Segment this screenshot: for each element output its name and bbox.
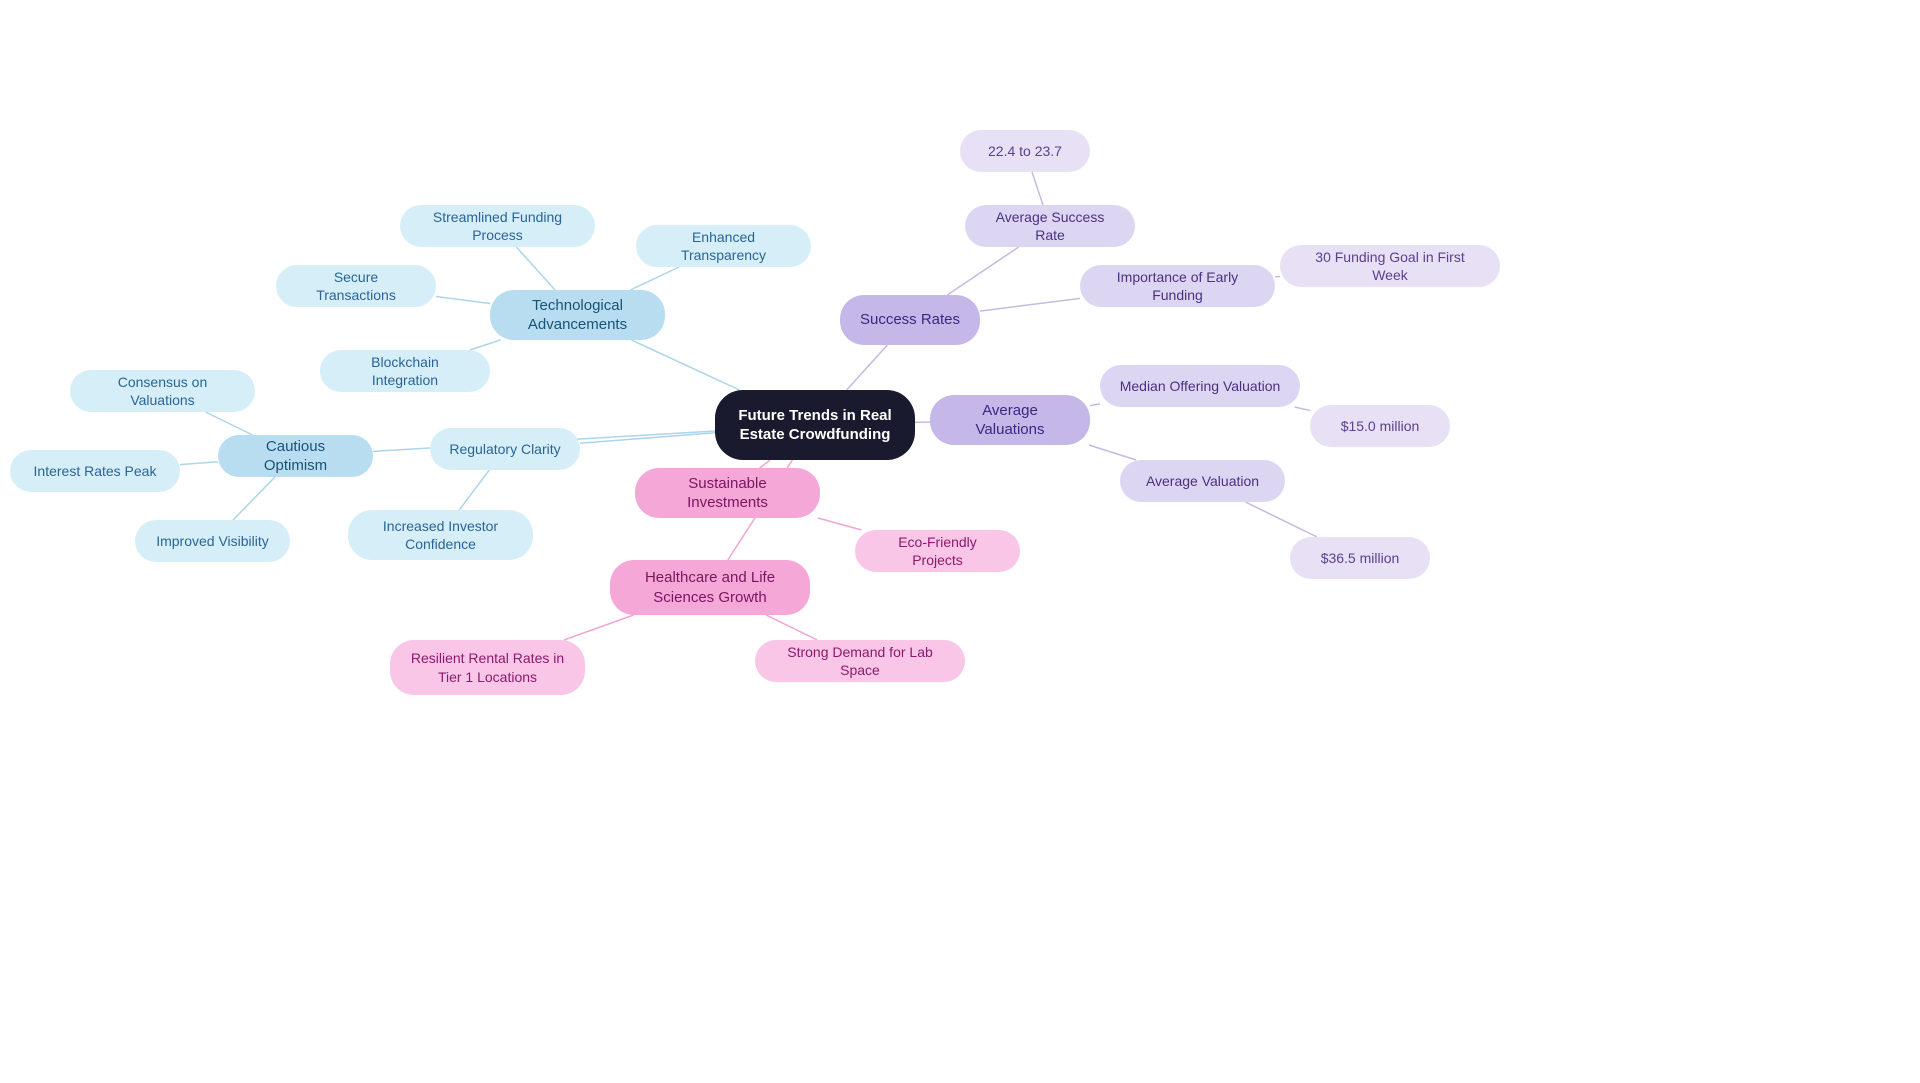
node-streamlined[interactable]: Streamlined Funding Process bbox=[400, 205, 595, 247]
node-consensus[interactable]: Consensus on Valuations bbox=[70, 370, 255, 412]
center-node[interactable]: Future Trends in Real Estate Crowdfundin… bbox=[715, 390, 915, 460]
node-secure-trans[interactable]: Secure Transactions bbox=[276, 265, 436, 307]
node-avg-valuations[interactable]: Average Valuations bbox=[930, 395, 1090, 445]
node-15million[interactable]: $15.0 million bbox=[1310, 405, 1450, 447]
node-avg-valuation[interactable]: Average Valuation bbox=[1120, 460, 1285, 502]
node-avg-success[interactable]: Average Success Rate bbox=[965, 205, 1135, 247]
node-22to23[interactable]: 22.4 to 23.7 bbox=[960, 130, 1090, 172]
node-cautious-opt[interactable]: Cautious Optimism bbox=[218, 435, 373, 477]
node-reg-clarity[interactable]: Regulatory Clarity bbox=[430, 428, 580, 470]
node-success-rates[interactable]: Success Rates bbox=[840, 295, 980, 345]
node-improved-vis[interactable]: Improved Visibility bbox=[135, 520, 290, 562]
node-sustainable[interactable]: Sustainable Investments bbox=[635, 468, 820, 518]
node-interest-rates[interactable]: Interest Rates Peak bbox=[10, 450, 180, 492]
node-enhanced-trans[interactable]: Enhanced Transparency bbox=[636, 225, 811, 267]
node-median-offering[interactable]: Median Offering Valuation bbox=[1100, 365, 1300, 407]
node-healthcare[interactable]: Healthcare and Life Sciences Growth bbox=[610, 560, 810, 615]
node-blockchain[interactable]: Blockchain Integration bbox=[320, 350, 490, 392]
mindmap-container: Future Trends in Real Estate Crowdfundin… bbox=[0, 0, 1920, 1083]
node-eco-friendly[interactable]: Eco-Friendly Projects bbox=[855, 530, 1020, 572]
node-resilient[interactable]: Resilient Rental Rates in Tier 1 Locatio… bbox=[390, 640, 585, 695]
node-tech-adv[interactable]: Technological Advancements bbox=[490, 290, 665, 340]
node-imp-early[interactable]: Importance of Early Funding bbox=[1080, 265, 1275, 307]
node-36million[interactable]: $36.5 million bbox=[1290, 537, 1430, 579]
node-30-funding[interactable]: 30 Funding Goal in First Week bbox=[1280, 245, 1500, 287]
node-inc-investor[interactable]: Increased Investor Confidence bbox=[348, 510, 533, 560]
node-strong-demand[interactable]: Strong Demand for Lab Space bbox=[755, 640, 965, 682]
